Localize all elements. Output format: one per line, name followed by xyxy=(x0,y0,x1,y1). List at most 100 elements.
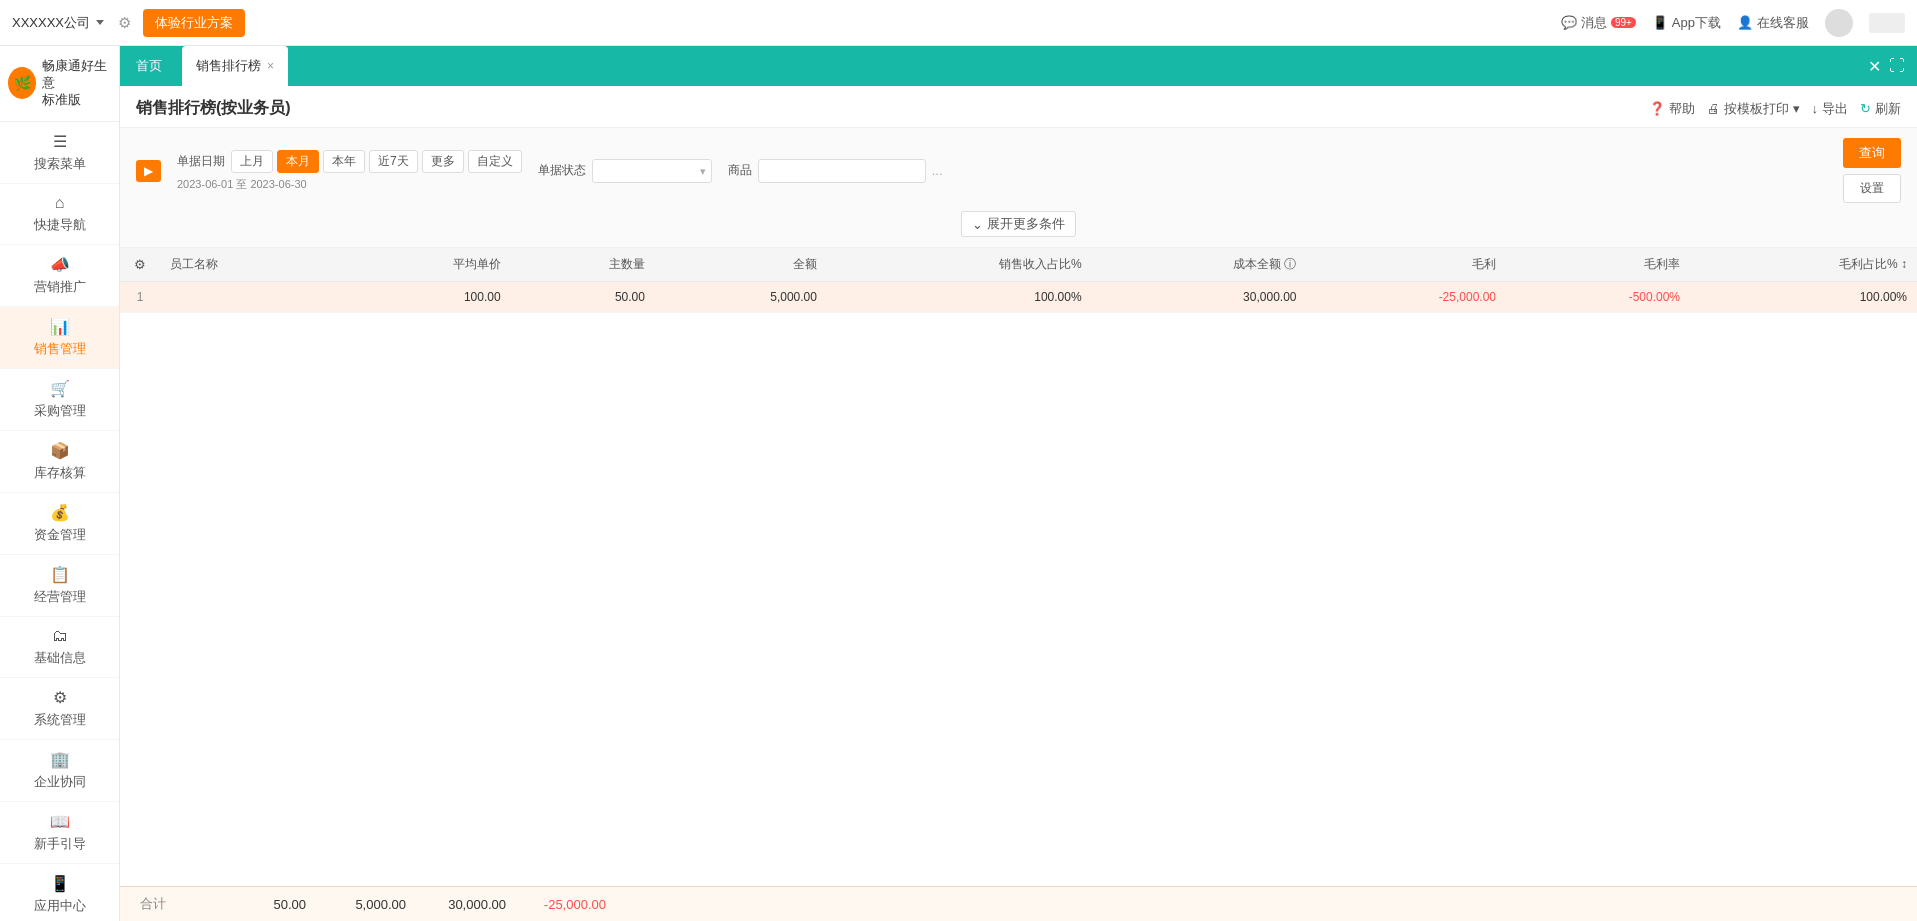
sidebar-item-label: 企业协同 xyxy=(34,773,86,791)
export-button[interactable]: ↓ 导出 xyxy=(1812,100,1849,118)
status-filter-label: 单据状态 xyxy=(538,162,586,179)
export-icon: ↓ xyxy=(1812,101,1819,116)
cell-amount: 5,000.00 xyxy=(655,282,827,313)
message-label: 消息 xyxy=(1581,14,1607,32)
cell-avg-price: 100.00 xyxy=(335,282,510,313)
sidebar-item-inventory[interactable]: 📦 库存核算 xyxy=(0,431,119,493)
company-name: XXXXXX公司 xyxy=(12,14,90,32)
sidebar-item-marketing[interactable]: 📣 营销推广 xyxy=(0,245,119,307)
goods-input[interactable] xyxy=(758,159,926,183)
col-cost: 成本全额 ⓘ xyxy=(1092,248,1307,282)
more-date-btn[interactable]: 更多 xyxy=(422,150,464,173)
purchase-icon: 🛒 xyxy=(50,379,70,398)
table-footer: 合计 50.00 5,000.00 30,000.00 -25,000.00 xyxy=(120,886,1917,921)
guide-icon: 📖 xyxy=(50,812,70,831)
sidebar-item-label: 基础信息 xyxy=(34,649,86,667)
sidebar-item-app-center[interactable]: 📱 应用中心 xyxy=(0,864,119,921)
filter-toggle-icon[interactable]: ▶ xyxy=(136,160,161,182)
message-button[interactable]: 💬 消息 99+ xyxy=(1561,14,1636,32)
search-menu-icon: ☰ xyxy=(53,132,67,151)
filter-row: ▶ 单据日期 上月 本月 本年 近7天 更多 自定义 xyxy=(136,138,1901,203)
online-service-button[interactable]: 👤 在线客服 xyxy=(1737,14,1809,32)
goods-filter-group: 商品 ... xyxy=(728,159,943,183)
sidebar-item-label: 库存核算 xyxy=(34,464,86,482)
expand-icon: ⌄ xyxy=(972,217,983,232)
date-buttons: 上月 本月 本年 近7天 更多 自定义 xyxy=(231,150,522,173)
cell-rank: 1 xyxy=(120,282,160,313)
app-center-icon: 📱 xyxy=(50,874,70,893)
sidebar-item-quick-nav[interactable]: ⌂ 快捷导航 xyxy=(0,184,119,245)
sidebar-item-operations[interactable]: 📋 经营管理 xyxy=(0,555,119,617)
sidebar-item-label: 营销推广 xyxy=(34,278,86,296)
tab-bar: 首页 销售排行榜 × ✕ ⛶ xyxy=(120,46,1917,86)
sidebar-item-label: 资金管理 xyxy=(34,526,86,544)
trial-button[interactable]: 体验行业方案 xyxy=(143,9,245,37)
sidebar-item-basic-info[interactable]: 🗂 基础信息 xyxy=(0,617,119,678)
company-settings-icon[interactable]: ⚙ xyxy=(118,14,131,32)
status-filter-group: 单据状态 xyxy=(538,159,712,183)
help-button[interactable]: ❓ 帮助 xyxy=(1649,100,1695,118)
footer-label: 合计 xyxy=(130,895,166,913)
message-badge: 99+ xyxy=(1611,17,1636,28)
filter-actions: 查询 设置 xyxy=(1843,138,1901,203)
footer-cells: 50.00 5,000.00 30,000.00 -25,000.00 xyxy=(226,897,1907,912)
footer-amount: 5,000.00 xyxy=(306,897,406,912)
content-area: 首页 销售排行榜 × ✕ ⛶ 销售排行榜(按业务员) ❓ 帮助 xyxy=(120,46,1917,921)
home-icon: ⌂ xyxy=(55,194,65,212)
sidebar-item-enterprise[interactable]: 🏢 企业协同 xyxy=(0,740,119,802)
date-filter-group: 单据日期 上月 本月 本年 近7天 更多 自定义 2023-06-01 至 20… xyxy=(177,150,522,192)
avatar[interactable] xyxy=(1825,9,1853,37)
goods-more-icon[interactable]: ... xyxy=(932,163,943,178)
cell-gross-rate: -500.00% xyxy=(1506,282,1690,313)
sidebar-item-purchase[interactable]: 🛒 采购管理 xyxy=(0,369,119,431)
print-button[interactable]: 🖨 按模板打印 ▾ xyxy=(1707,100,1800,118)
custom-date-btn[interactable]: 自定义 xyxy=(468,150,522,173)
company-selector[interactable]: XXXXXX公司 ⚙ xyxy=(12,14,131,32)
help-icon: ❓ xyxy=(1649,101,1665,116)
tab-sales-ranking[interactable]: 销售排行榜 × xyxy=(182,46,288,86)
query-button[interactable]: 查询 xyxy=(1843,138,1901,168)
sidebar-logo: 🌿 畅康通好生意 标准版 xyxy=(0,46,119,122)
expand-more-button[interactable]: ⌄ 展开更多条件 xyxy=(961,211,1076,237)
tab-home[interactable]: 首页 xyxy=(120,46,178,86)
this-year-btn[interactable]: 本年 xyxy=(323,150,365,173)
sidebar-item-finance[interactable]: 💰 资金管理 xyxy=(0,493,119,555)
sidebar-item-system[interactable]: ⚙ 系统管理 xyxy=(0,678,119,740)
tab-close-icon[interactable]: × xyxy=(267,59,274,73)
app-icon: 📱 xyxy=(1652,15,1668,30)
tab-bar-actions: ✕ ⛶ xyxy=(1868,57,1917,76)
last-month-btn[interactable]: 上月 xyxy=(231,150,273,173)
status-select-wrap xyxy=(592,159,712,183)
settings-button[interactable]: 设置 xyxy=(1843,174,1901,203)
app-download-button[interactable]: 📱 App下载 xyxy=(1652,14,1721,32)
fullscreen-icon[interactable]: ⛶ xyxy=(1889,57,1905,75)
sidebar-item-label: 采购管理 xyxy=(34,402,86,420)
last-7days-btn[interactable]: 近7天 xyxy=(369,150,418,173)
marketing-icon: 📣 xyxy=(50,255,70,274)
filter-area: ▶ 单据日期 上月 本月 本年 近7天 更多 自定义 xyxy=(120,128,1917,248)
this-month-btn[interactable]: 本月 xyxy=(277,150,319,173)
close-tab-icon[interactable]: ✕ xyxy=(1868,57,1881,76)
col-gross-pct: 毛利占比% ↕ xyxy=(1690,248,1917,282)
sidebar-item-label: 应用中心 xyxy=(34,897,86,915)
table-header-row: ⚙ 员工名称 平均单价 主数量 全额 销售收入占比% 成本全额 ⓘ 毛利 毛利率… xyxy=(120,248,1917,282)
footer-main-qty: 50.00 xyxy=(226,897,306,912)
col-avg-price: 平均单价 xyxy=(335,248,510,282)
cell-sales-pct: 100.00% xyxy=(827,282,1092,313)
sidebar-item-search[interactable]: ☰ 搜索菜单 xyxy=(0,122,119,184)
sidebar-item-label: 经营管理 xyxy=(34,588,86,606)
status-select[interactable] xyxy=(592,159,712,183)
sidebar-item-guide[interactable]: 📖 新手引导 xyxy=(0,802,119,864)
footer-cost: 30,000.00 xyxy=(406,897,506,912)
refresh-button[interactable]: ↻ 刷新 xyxy=(1860,100,1901,118)
cell-cost: 30,000.00 xyxy=(1092,282,1307,313)
col-amount: 全额 xyxy=(655,248,827,282)
sidebar-item-label: 销售管理 xyxy=(34,340,86,358)
sidebar-item-sales[interactable]: 📊 销售管理 xyxy=(0,307,119,369)
print-icon: 🖨 xyxy=(1707,101,1720,116)
user-name[interactable] xyxy=(1869,13,1905,33)
main-layout: 🌿 畅康通好生意 标准版 ☰ 搜索菜单 ⌂ 快捷导航 📣 营销推广 📊 销售管理… xyxy=(0,46,1917,921)
sales-icon: 📊 xyxy=(50,317,70,336)
col-sales-pct: 销售收入占比% xyxy=(827,248,1092,282)
sidebar-item-label: 系统管理 xyxy=(34,711,86,729)
